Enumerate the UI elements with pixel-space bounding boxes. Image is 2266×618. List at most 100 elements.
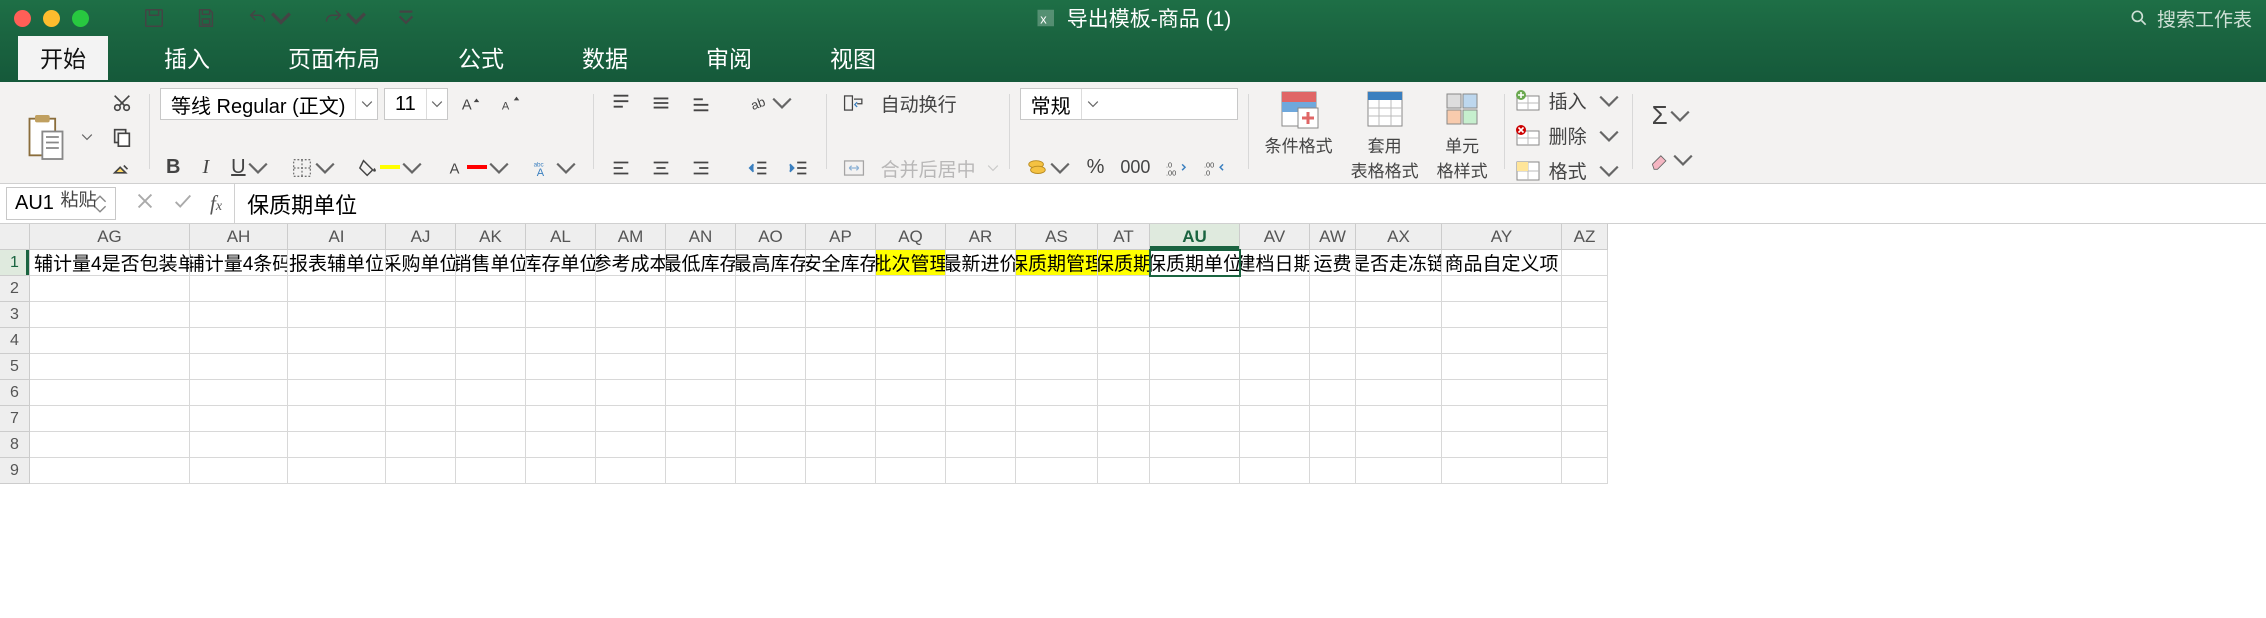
cell[interactable] <box>1442 302 1562 328</box>
cell[interactable] <box>1442 380 1562 406</box>
cell[interactable] <box>1310 328 1356 354</box>
cell[interactable] <box>806 458 876 484</box>
save-icon[interactable] <box>189 3 223 33</box>
cell[interactable]: 参考成本 <box>596 250 666 276</box>
merge-menu-caret[interactable] <box>987 162 999 174</box>
cell[interactable] <box>946 406 1016 432</box>
select-all-triangle[interactable] <box>0 224 30 250</box>
cell[interactable] <box>190 354 288 380</box>
cell[interactable] <box>288 354 386 380</box>
cell[interactable] <box>596 380 666 406</box>
cell[interactable] <box>666 354 736 380</box>
cell[interactable] <box>1016 432 1098 458</box>
cell[interactable]: 商品自定义项 <box>1442 250 1562 276</box>
cell[interactable] <box>1240 328 1310 354</box>
cell[interactable] <box>1562 250 1608 276</box>
column-header[interactable]: AN <box>666 224 736 250</box>
cell[interactable]: 运费 <box>1310 250 1356 276</box>
autosum-button[interactable]: Σ <box>1643 96 1700 135</box>
orientation-button[interactable]: ab <box>742 88 799 118</box>
number-format-combo[interactable]: 常规 <box>1020 88 1238 120</box>
cell[interactable] <box>1150 406 1240 432</box>
cell[interactable] <box>456 458 526 484</box>
cell[interactable] <box>1098 328 1150 354</box>
cell[interactable] <box>946 302 1016 328</box>
cell[interactable] <box>190 276 288 302</box>
column-header[interactable]: AO <box>736 224 806 250</box>
comma-button[interactable]: 000 <box>1114 153 1156 182</box>
cell[interactable] <box>876 302 946 328</box>
cell[interactable] <box>876 406 946 432</box>
cell[interactable] <box>526 406 596 432</box>
cell[interactable] <box>1150 276 1240 302</box>
tab-view[interactable]: 视图 <box>808 32 898 82</box>
cell[interactable] <box>1356 354 1442 380</box>
column-header[interactable]: AY <box>1442 224 1562 250</box>
cell[interactable] <box>806 302 876 328</box>
italic-button[interactable]: I <box>196 152 215 183</box>
bold-button[interactable]: B <box>160 152 186 183</box>
column-header[interactable]: AS <box>1016 224 1098 250</box>
cell[interactable] <box>526 328 596 354</box>
cell[interactable] <box>596 354 666 380</box>
cell[interactable] <box>1310 432 1356 458</box>
cell[interactable] <box>666 458 736 484</box>
cell[interactable] <box>526 302 596 328</box>
cell[interactable]: 批次管理 <box>876 250 946 276</box>
column-header[interactable]: AT <box>1098 224 1150 250</box>
cell[interactable] <box>386 458 456 484</box>
cell[interactable] <box>1150 328 1240 354</box>
cell[interactable] <box>736 432 806 458</box>
cell[interactable] <box>1098 406 1150 432</box>
cell[interactable] <box>1240 354 1310 380</box>
cell[interactable] <box>596 276 666 302</box>
row-header[interactable]: 9 <box>0 458 30 484</box>
column-header[interactable]: AU <box>1150 224 1240 250</box>
merge-center-icon[interactable] <box>837 153 871 183</box>
undo-button[interactable] <box>241 3 298 33</box>
cell[interactable] <box>876 380 946 406</box>
cell[interactable] <box>1098 458 1150 484</box>
cell[interactable] <box>456 380 526 406</box>
paste-button[interactable] <box>18 107 74 167</box>
cell[interactable] <box>30 302 190 328</box>
cell[interactable] <box>288 276 386 302</box>
cell[interactable] <box>876 432 946 458</box>
cell[interactable]: 保质期单位 <box>1150 250 1240 276</box>
cell[interactable] <box>736 458 806 484</box>
font-size-combo[interactable]: 11 <box>384 88 448 120</box>
customize-qat-button[interactable] <box>391 6 420 30</box>
cell[interactable] <box>1356 406 1442 432</box>
minimize-window-button[interactable] <box>43 10 60 27</box>
cell[interactable] <box>1562 432 1608 458</box>
cell[interactable] <box>1442 458 1562 484</box>
cell[interactable] <box>876 276 946 302</box>
cell[interactable] <box>1562 406 1608 432</box>
cell[interactable] <box>666 328 736 354</box>
cell[interactable] <box>386 406 456 432</box>
cell[interactable] <box>1016 328 1098 354</box>
cell[interactable] <box>386 354 456 380</box>
cell[interactable] <box>806 432 876 458</box>
cell[interactable] <box>456 354 526 380</box>
tab-insert[interactable]: 插入 <box>142 32 232 82</box>
cell[interactable] <box>386 380 456 406</box>
wrap-text-icon[interactable] <box>837 88 871 118</box>
cell[interactable]: 最高库存 <box>736 250 806 276</box>
align-left-button[interactable] <box>604 153 638 183</box>
cell[interactable] <box>946 328 1016 354</box>
cell[interactable] <box>1016 276 1098 302</box>
close-window-button[interactable] <box>14 10 31 27</box>
cell[interactable] <box>288 380 386 406</box>
delete-cells-button[interactable]: 删除 <box>1515 122 1622 149</box>
cell[interactable] <box>1016 302 1098 328</box>
cell[interactable] <box>30 406 190 432</box>
cell[interactable] <box>1150 432 1240 458</box>
tab-formulas[interactable]: 公式 <box>436 32 526 82</box>
column-header[interactable]: AG <box>30 224 190 250</box>
cell[interactable] <box>1240 276 1310 302</box>
cell[interactable] <box>1016 354 1098 380</box>
cell[interactable] <box>596 328 666 354</box>
cell[interactable] <box>1356 432 1442 458</box>
cell[interactable] <box>946 276 1016 302</box>
